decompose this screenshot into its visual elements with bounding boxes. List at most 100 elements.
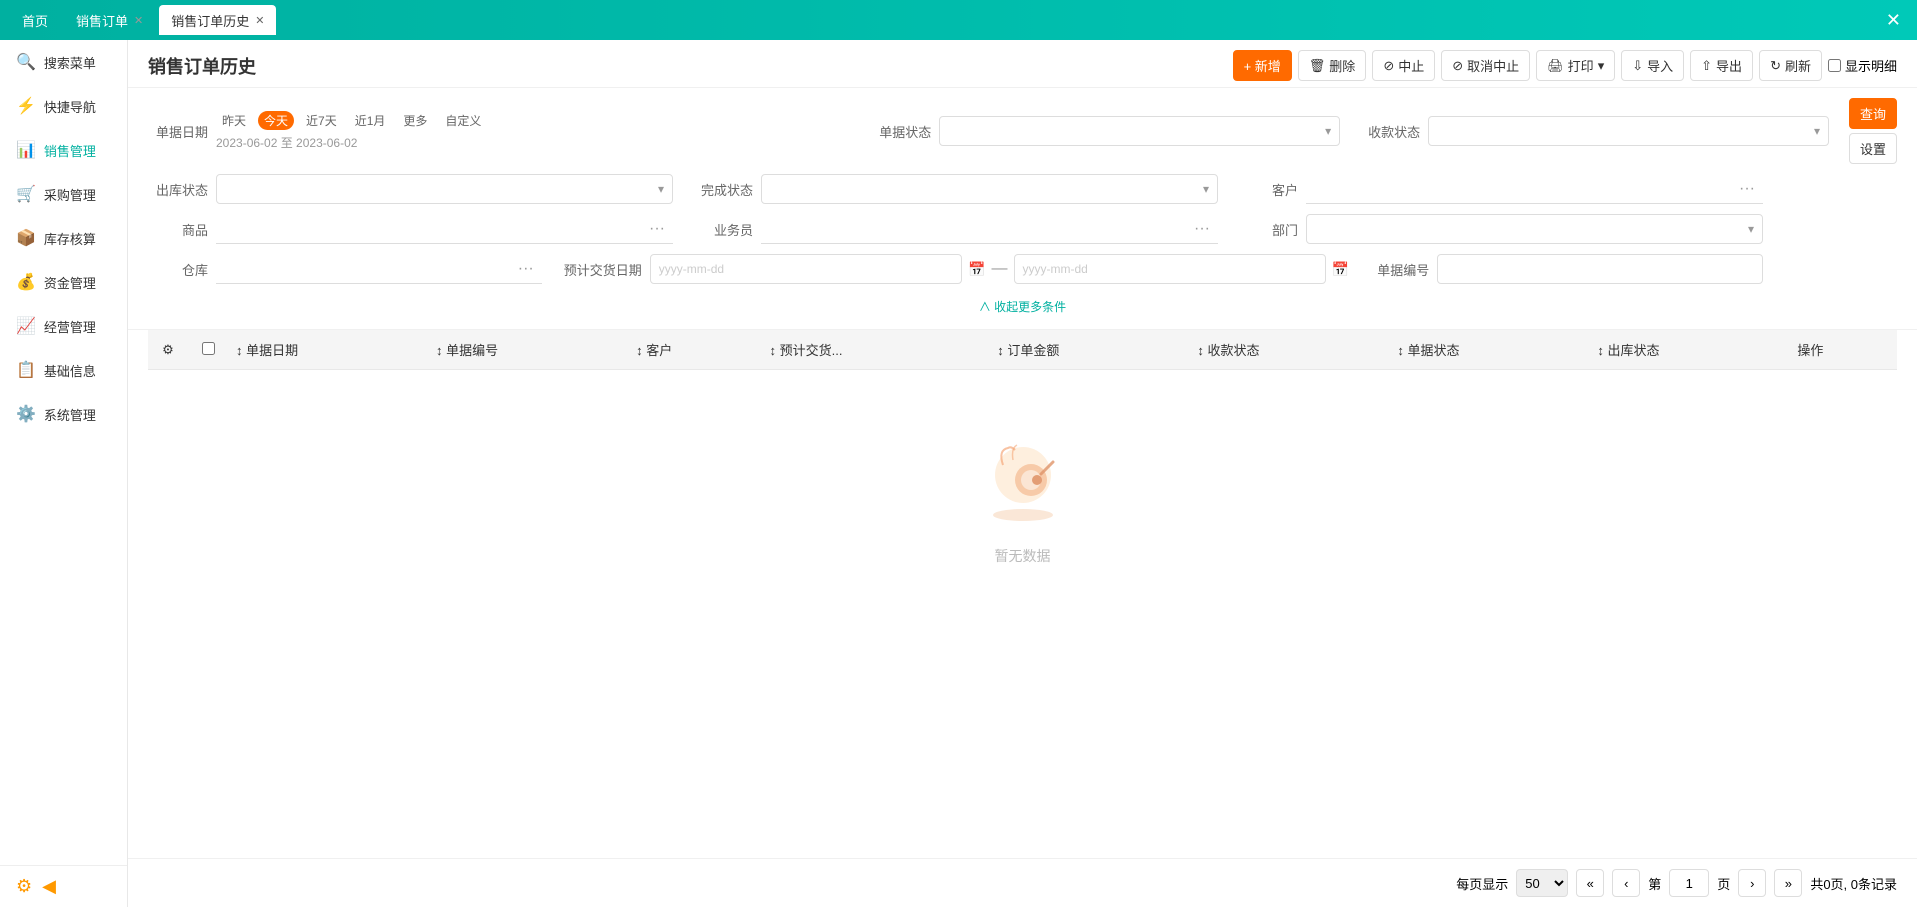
sidebar-item-purchase-mgmt[interactable]: 🛒 采购管理 — [0, 172, 127, 216]
payment-status-dropdown-arrow-icon: ▾ — [1814, 124, 1820, 138]
sidebar-item-inventory[interactable]: 📦 库存核算 — [0, 216, 127, 260]
per-page-select[interactable]: 10 20 50 100 — [1516, 869, 1568, 897]
tab-home[interactable]: 首页 — [10, 5, 60, 35]
salesperson-dropdown[interactable]: ··· — [761, 214, 1218, 244]
date-label: 单据日期 — [148, 122, 208, 141]
delivery-status-dropdown-arrow-icon: ▾ — [658, 182, 664, 196]
th-checkbox[interactable] — [188, 330, 228, 370]
th-settings[interactable]: ⚙ — [148, 330, 188, 370]
sidebar-collapse-icon[interactable]: ◀ — [42, 876, 56, 897]
sidebar-item-operations[interactable]: 📈 经营管理 — [0, 304, 127, 348]
date-range-text: 2023-06-02 至 2023-06-02 — [216, 134, 851, 151]
department-dropdown[interactable]: ▾ — [1306, 214, 1763, 244]
print-button[interactable]: 🖨 打印 ▾ — [1536, 50, 1615, 81]
date-tab-today[interactable]: 今天 — [258, 111, 294, 130]
delivery-status-dropdown[interactable]: ▾ — [216, 174, 673, 204]
export-icon: ⇧ — [1701, 58, 1712, 74]
sidebar-item-sales-mgmt[interactable]: 📊 销售管理 — [0, 128, 127, 172]
last-page-button[interactable]: » — [1774, 869, 1802, 897]
main-layout: 🔍 搜索菜单 ⚡ 快捷导航 📊 销售管理 🛒 采购管理 📦 库存核算 💰 资金管… — [0, 40, 1917, 907]
th-date[interactable]: ↕ 单据日期 — [228, 330, 428, 370]
page-label-post: 页 — [1717, 874, 1730, 893]
complete-status-field: 完成状态 ▾ — [693, 174, 1218, 204]
refresh-button[interactable]: ↻ 刷新 — [1759, 50, 1822, 81]
sidebar-item-finance[interactable]: 💰 资金管理 — [0, 260, 127, 304]
print-icon: 🖨 — [1547, 58, 1564, 74]
sidebar-bottom: ⚙ ◀ — [0, 865, 127, 907]
customer-dropdown[interactable]: ··· — [1306, 174, 1763, 204]
settings-button[interactable]: 设置 — [1849, 133, 1897, 164]
complete-status-dropdown[interactable]: ▾ — [761, 174, 1218, 204]
sidebar-item-quick-nav[interactable]: ⚡ 快捷导航 — [0, 84, 127, 128]
warehouse-dropdown[interactable]: ··· — [216, 254, 542, 284]
window-close-button[interactable]: ✕ — [1880, 10, 1907, 31]
th-delivery-status[interactable]: ↕ 出库状态 — [1589, 330, 1789, 370]
settings-gear-icon[interactable]: ⚙ — [162, 342, 174, 357]
warehouse-more-icon[interactable]: ··· — [514, 260, 538, 278]
empty-illustration — [973, 430, 1073, 530]
prev-page-button[interactable]: ‹ — [1612, 869, 1640, 897]
salesperson-more-icon[interactable]: ··· — [1190, 220, 1214, 238]
close-history-tab-icon[interactable]: ✕ — [255, 14, 264, 27]
sidebar-item-basic-info[interactable]: 📋 基础信息 — [0, 348, 127, 392]
payment-status-dropdown[interactable]: ▾ — [1428, 116, 1829, 146]
date-field: 单据日期 昨天 今天 近7天 近1月 更多 自定义 2023-06-02 至 2… — [148, 111, 851, 151]
order-status-dropdown[interactable]: ▾ — [939, 116, 1340, 146]
data-table: ⚙ ↕ 单据日期 ↕ 单据编号 — [148, 330, 1897, 370]
tab-sales-order-history[interactable]: 销售订单历史 ✕ — [159, 5, 276, 35]
date-tab-yesterday[interactable]: 昨天 — [216, 111, 252, 130]
department-field: 部门 ▾ — [1238, 214, 1763, 244]
order-number-input[interactable] — [1437, 254, 1763, 284]
delivery-status-label: 出库状态 — [148, 180, 208, 199]
date-tab-1month[interactable]: 近1月 — [349, 111, 392, 130]
order-status-dropdown-arrow-icon: ▾ — [1325, 124, 1331, 138]
quick-nav-icon: ⚡ — [16, 96, 36, 116]
new-button[interactable]: + 新增 — [1233, 50, 1292, 81]
cancel-stop-button[interactable]: ⊘ 取消中止 — [1441, 50, 1530, 81]
th-number[interactable]: ↕ 单据编号 — [428, 330, 628, 370]
close-sales-order-tab-icon[interactable]: ✕ — [134, 14, 143, 27]
expected-delivery-end-input[interactable]: yyyy-mm-dd — [1014, 254, 1326, 284]
expected-delivery-range: yyyy-mm-dd 📅 — yyyy-mm-dd 📅 — [650, 254, 1350, 284]
department-dropdown-arrow-icon: ▾ — [1748, 222, 1754, 236]
customer-more-icon[interactable]: ··· — [1735, 180, 1759, 198]
next-page-button[interactable]: › — [1738, 869, 1766, 897]
th-amount[interactable]: ↕ 订单金额 — [989, 330, 1189, 370]
payment-status-label: 收款状态 — [1360, 122, 1420, 141]
sales-mgmt-icon: 📊 — [16, 140, 36, 160]
th-operation: 操作 — [1789, 330, 1897, 370]
sidebar-settings-icon[interactable]: ⚙ — [16, 876, 32, 897]
goods-dropdown[interactable]: ··· — [216, 214, 673, 244]
filter-row-4: 仓库 ··· 预计交货日期 yyyy-mm-dd 📅 — — [148, 254, 1897, 284]
page-number-input[interactable] — [1669, 869, 1709, 897]
import-button[interactable]: ⇩ 导入 — [1621, 50, 1684, 81]
sidebar-item-search-menu[interactable]: 🔍 搜索菜单 — [0, 40, 127, 84]
goods-more-icon[interactable]: ··· — [645, 220, 669, 238]
expected-delivery-start-input[interactable]: yyyy-mm-dd — [650, 254, 962, 284]
content-area: 销售订单历史 + 新增 🗑 🗑 删除 删除 ⊘ 中止 ⊘ 取消中止 🖨 — [128, 40, 1917, 907]
table-header-row: ⚙ ↕ 单据日期 ↕ 单据编号 — [148, 330, 1897, 370]
collapse-row[interactable]: ∧ 收起更多条件 — [148, 294, 1897, 319]
calendar-start-icon[interactable]: 📅 — [968, 261, 985, 278]
date-tab-7days[interactable]: 近7天 — [300, 111, 343, 130]
th-payment-status[interactable]: ↕ 收款状态 — [1189, 330, 1389, 370]
export-button[interactable]: ⇧ 导出 — [1690, 50, 1753, 81]
select-all-checkbox[interactable] — [202, 342, 215, 355]
th-expected-delivery[interactable]: ↕ 预计交货... — [762, 330, 990, 370]
first-page-button[interactable]: « — [1576, 869, 1604, 897]
delete-button[interactable]: 🗑 🗑 删除 删除 — [1298, 50, 1367, 81]
sidebar-item-system[interactable]: ⚙️ 系统管理 — [0, 392, 127, 436]
th-order-status[interactable]: ↕ 单据状态 — [1389, 330, 1589, 370]
date-filter: 昨天 今天 近7天 近1月 更多 自定义 2023-06-02 至 2023-0… — [216, 111, 851, 151]
display-detail-checkbox[interactable] — [1828, 59, 1841, 72]
query-button[interactable]: 查询 — [1849, 98, 1897, 129]
date-tab-more[interactable]: 更多 — [397, 111, 433, 130]
tab-sales-order[interactable]: 销售订单 ✕ — [64, 5, 155, 35]
date-tab-custom[interactable]: 自定义 — [439, 111, 487, 130]
calendar-end-icon[interactable]: 📅 — [1332, 261, 1349, 278]
print-dropdown-icon: ▾ — [1598, 58, 1605, 74]
filter-row-1: 单据日期 昨天 今天 近7天 近1月 更多 自定义 2023-06-02 至 2… — [148, 98, 1897, 164]
th-customer[interactable]: ↕ 客户 — [628, 330, 761, 370]
display-detail-label: 显示明细 — [1845, 56, 1897, 75]
stop-button[interactable]: ⊘ 中止 — [1372, 50, 1435, 81]
